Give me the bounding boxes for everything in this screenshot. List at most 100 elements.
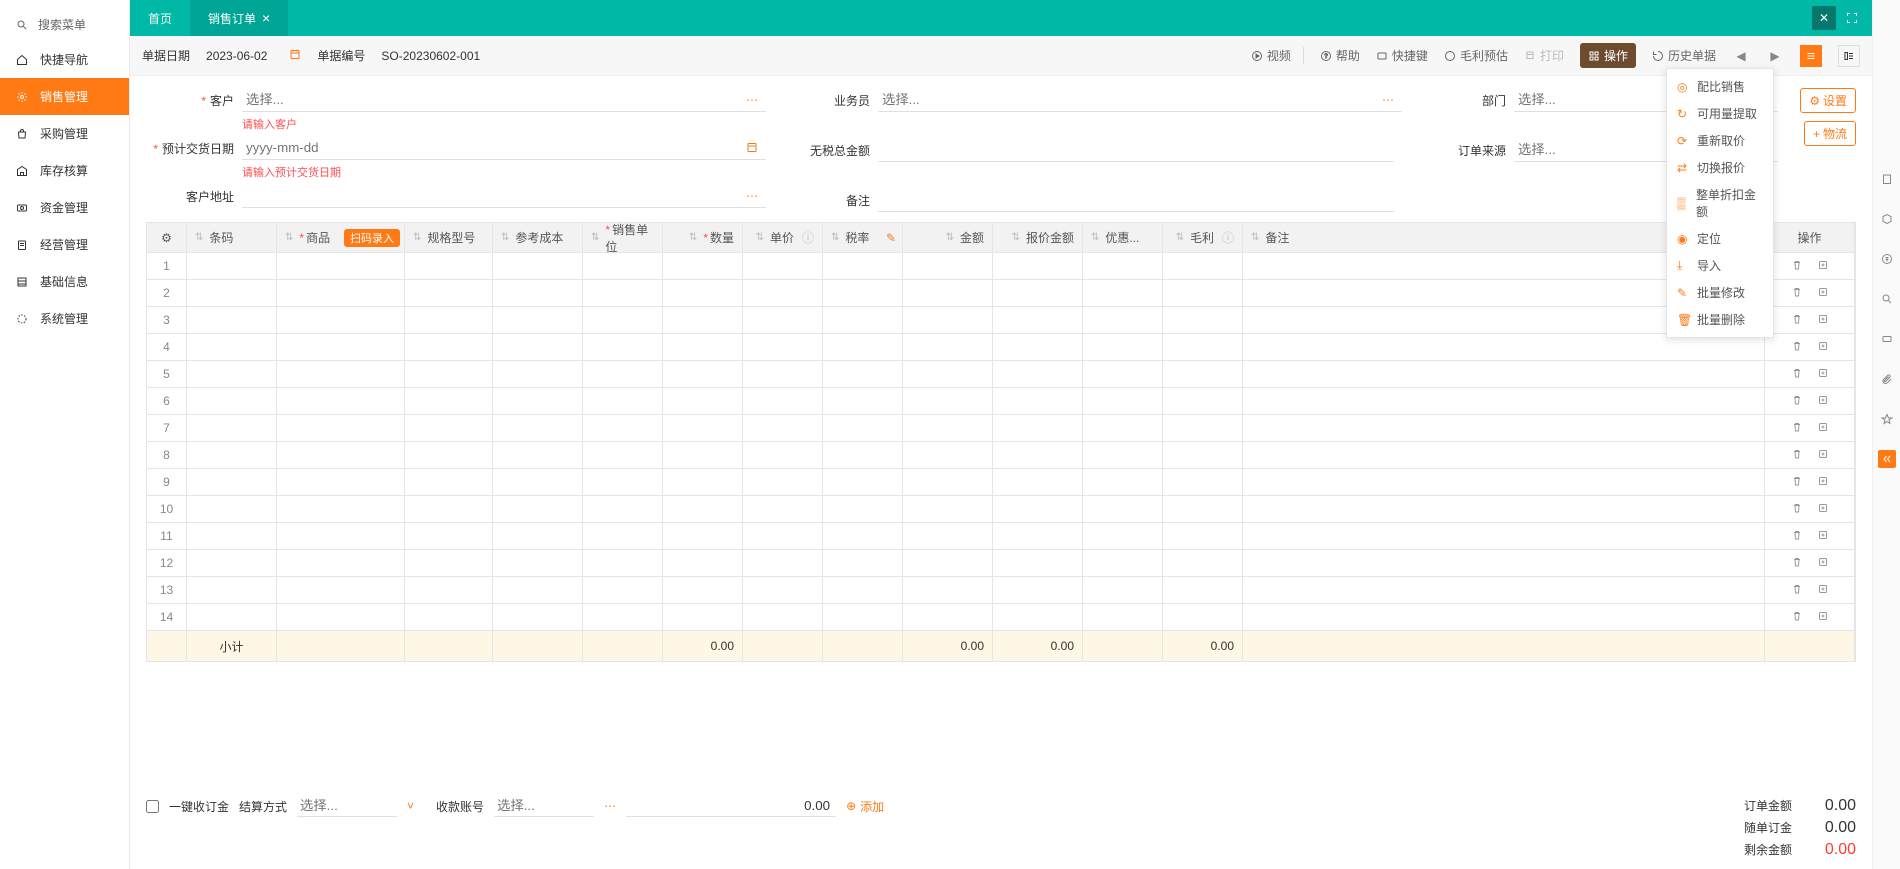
cell-remark[interactable] (1243, 577, 1765, 604)
cell-remark[interactable] (1243, 604, 1765, 631)
cell-price[interactable] (743, 577, 823, 604)
cell-discount[interactable] (1083, 523, 1163, 550)
cell-barcode[interactable] (187, 415, 277, 442)
add-row-icon[interactable] (1817, 421, 1829, 436)
cell-quote[interactable] (993, 415, 1083, 442)
cell-remark[interactable] (1243, 388, 1765, 415)
cell-qty[interactable] (663, 523, 743, 550)
cell-profit[interactable] (1163, 415, 1243, 442)
cell-refcost[interactable] (493, 388, 583, 415)
th-profit[interactable]: ⇅毛利ⓘ (1163, 223, 1243, 253)
cell-product[interactable] (277, 469, 405, 496)
table-row[interactable]: 6 (147, 388, 1855, 415)
scan-badge[interactable]: 扫码录入 (344, 229, 400, 247)
cell-unit[interactable] (583, 604, 663, 631)
print-link[interactable]: 打印 (1524, 47, 1564, 64)
cell-quote[interactable] (993, 523, 1083, 550)
sidebar-item-system[interactable]: 系统管理 (0, 300, 129, 337)
th-barcode[interactable]: ⇅条码 (187, 223, 277, 253)
cell-remark[interactable] (1243, 469, 1765, 496)
add-row-icon[interactable] (1817, 367, 1829, 382)
payment-account-select[interactable] (494, 795, 594, 817)
cell-spec[interactable] (405, 307, 493, 334)
untaxed-input[interactable] (878, 138, 1394, 162)
cell-unit[interactable] (583, 550, 663, 577)
add-row-icon[interactable] (1817, 529, 1829, 544)
delete-row-icon[interactable] (1791, 502, 1803, 517)
cell-refcost[interactable] (493, 604, 583, 631)
cell-refcost[interactable] (493, 307, 583, 334)
cell-amount[interactable] (903, 577, 993, 604)
history-link[interactable]: 历史单据 (1652, 47, 1716, 64)
vtool-attach-icon[interactable] (1878, 370, 1896, 388)
cell-product[interactable] (277, 253, 405, 280)
payment-amount-input[interactable] (626, 795, 836, 817)
cell-barcode[interactable] (187, 469, 277, 496)
cell-profit[interactable] (1163, 334, 1243, 361)
cell-refcost[interactable] (493, 361, 583, 388)
op-item-ratio[interactable]: ◎配比销售 (1667, 73, 1773, 100)
view-list-button[interactable] (1800, 45, 1822, 67)
table-row[interactable]: 1 (147, 253, 1855, 280)
cell-price[interactable] (743, 604, 823, 631)
delete-row-icon[interactable] (1791, 583, 1803, 598)
cell-product[interactable] (277, 523, 405, 550)
cell-qty[interactable] (663, 361, 743, 388)
tab-home[interactable]: 首页 (130, 0, 190, 36)
cell-quote[interactable] (993, 361, 1083, 388)
delete-row-icon[interactable] (1791, 313, 1803, 328)
cell-quote[interactable] (993, 469, 1083, 496)
cell-qty[interactable] (663, 253, 743, 280)
cell-product[interactable] (277, 604, 405, 631)
cell-price[interactable] (743, 469, 823, 496)
th-tax[interactable]: ⇅税率✎ (823, 223, 903, 253)
table-row[interactable]: 4 (147, 334, 1855, 361)
vtool-star-icon[interactable] (1878, 410, 1896, 428)
cell-amount[interactable] (903, 523, 993, 550)
cell-spec[interactable] (405, 442, 493, 469)
sidebar-item-purchase[interactable]: 采购管理 (0, 115, 129, 152)
cell-product[interactable] (277, 577, 405, 604)
cell-remark[interactable] (1243, 496, 1765, 523)
cell-discount[interactable] (1083, 307, 1163, 334)
cell-tax[interactable] (823, 469, 903, 496)
cell-qty[interactable] (663, 415, 743, 442)
cell-tax[interactable] (823, 523, 903, 550)
cell-profit[interactable] (1163, 577, 1243, 604)
table-row[interactable]: 14 (147, 604, 1855, 631)
cell-tax[interactable] (823, 280, 903, 307)
cell-spec[interactable] (405, 550, 493, 577)
cell-spec[interactable] (405, 496, 493, 523)
cell-price[interactable] (743, 280, 823, 307)
delete-row-icon[interactable] (1791, 286, 1803, 301)
add-row-icon[interactable] (1817, 502, 1829, 517)
sidebar-item-business[interactable]: 经营管理 (0, 226, 129, 263)
th-refcost[interactable]: ⇅参考成本 (493, 223, 583, 253)
th-qty[interactable]: ⇅数量 (663, 223, 743, 253)
cell-price[interactable] (743, 496, 823, 523)
add-row-icon[interactable] (1817, 259, 1829, 274)
add-row-icon[interactable] (1817, 556, 1829, 571)
cell-discount[interactable] (1083, 334, 1163, 361)
vtool-coupon-icon[interactable] (1878, 330, 1896, 348)
deliver-date-input[interactable] (242, 136, 766, 160)
sidebar-item-baseinfo[interactable]: 基础信息 (0, 263, 129, 300)
cell-product[interactable] (277, 388, 405, 415)
vtool-box-icon[interactable] (1878, 210, 1896, 228)
delete-row-icon[interactable] (1791, 367, 1803, 382)
cell-quote[interactable] (993, 388, 1083, 415)
cell-product[interactable] (277, 415, 405, 442)
next-doc-button[interactable]: ▶ (1766, 47, 1784, 65)
op-item-available[interactable]: ↻可用量提取 (1667, 100, 1773, 127)
cell-barcode[interactable] (187, 496, 277, 523)
table-row[interactable]: 13 (147, 577, 1855, 604)
th-unit[interactable]: ⇅销售单位 (583, 223, 663, 253)
add-row-icon[interactable] (1817, 448, 1829, 463)
cell-qty[interactable] (663, 469, 743, 496)
cell-price[interactable] (743, 334, 823, 361)
profit-estimate-link[interactable]: 毛利预估 (1444, 47, 1508, 64)
onekey-deposit-checkbox[interactable] (146, 800, 159, 813)
cell-refcost[interactable] (493, 496, 583, 523)
window-expand-button[interactable] (1840, 6, 1864, 30)
window-close-button[interactable]: ✕ (1812, 6, 1836, 30)
